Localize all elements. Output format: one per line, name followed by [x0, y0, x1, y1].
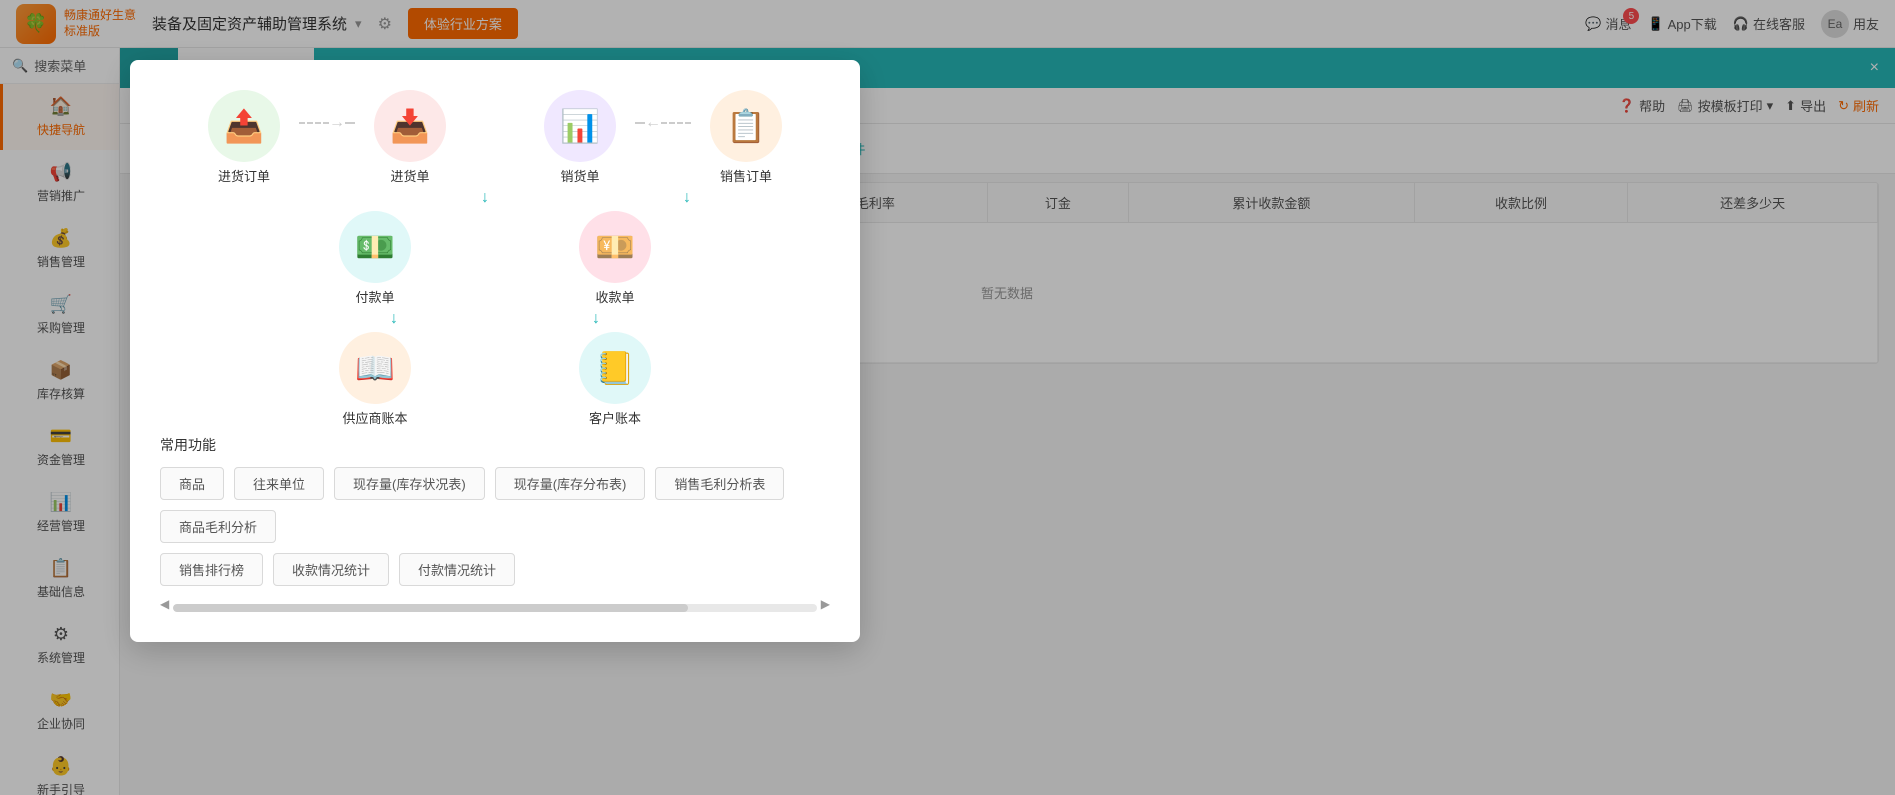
- modal-overlay[interactable]: 📤 进货订单 → 📥 进货单: [0, 0, 1895, 795]
- flow-node-purchase-order: 📤 进货订单: [189, 90, 299, 185]
- func-btn-receipt-stat[interactable]: 收款情况统计: [273, 553, 389, 586]
- supplier-ledger-circle[interactable]: 📖: [339, 332, 411, 404]
- func-btn-payment-stat[interactable]: 付款情况统计: [399, 553, 515, 586]
- receipt-circle[interactable]: 💴: [579, 211, 651, 283]
- func-btn-stock-dist[interactable]: 现存量(库存分布表): [495, 467, 646, 500]
- func-btn-goods-profit[interactable]: 商品毛利分析: [160, 510, 276, 543]
- flow-arrows-down-row2: ↓ ↓: [160, 310, 830, 328]
- func-btn-sales-rank[interactable]: 销售排行榜: [160, 553, 263, 586]
- func-btn-sales-profit[interactable]: 销售毛利分析表: [655, 467, 784, 500]
- flow-node-purchase-bill: 📥 进货单: [355, 90, 465, 185]
- flow-row-1: 📤 进货订单 → 📥 进货单: [160, 90, 830, 185]
- common-functions-title: 常用功能: [160, 435, 830, 455]
- purchase-order-circle[interactable]: 📤: [208, 90, 280, 162]
- common-btn-grid-1: 商品 往来单位 现存量(库存状况表) 现存量(库存分布表) 销售毛利分析表 商品…: [160, 467, 830, 543]
- payment-circle[interactable]: 💵: [339, 211, 411, 283]
- modal-scrollbar[interactable]: [173, 604, 817, 612]
- payment-label: 付款单: [355, 287, 394, 306]
- modal-content: 📤 进货订单 → 📥 进货单: [130, 60, 860, 642]
- func-btn-partner[interactable]: 往来单位: [234, 467, 324, 500]
- sales-bill-label: 销货单: [560, 166, 599, 185]
- sales-order-label: 销售订单: [720, 166, 772, 185]
- purchase-bill-label: 进货单: [390, 166, 429, 185]
- flow-node-customer-ledger: 📒 客户账本: [560, 332, 670, 427]
- connector-2: ←: [635, 114, 691, 132]
- connector-1: →: [299, 114, 355, 132]
- modal-scrollbar-row: ◀ ▶: [160, 596, 830, 612]
- flow-node-payment: 💵 付款单: [320, 211, 430, 306]
- purchase-order-label: 进货订单: [218, 166, 270, 185]
- func-btn-stock-status[interactable]: 现存量(库存状况表): [334, 467, 485, 500]
- purchase-bill-circle[interactable]: 📥: [374, 90, 446, 162]
- customer-ledger-label: 客户账本: [589, 408, 641, 427]
- flow-node-sales-order: 📋 销售订单: [691, 90, 801, 185]
- sales-order-circle[interactable]: 📋: [710, 90, 782, 162]
- modal-scrollbar-thumb: [173, 604, 688, 612]
- scroll-left-icon[interactable]: ◀: [160, 597, 169, 611]
- receipt-label: 收款单: [595, 287, 634, 306]
- common-btn-grid-2: 销售排行榜 收款情况统计 付款情况统计: [160, 553, 830, 586]
- flow-node-sales-bill: 📊 销货单: [525, 90, 635, 185]
- quick-nav-modal: 📤 进货订单 → 📥 进货单: [130, 60, 860, 642]
- customer-ledger-circle[interactable]: 📒: [579, 332, 651, 404]
- scroll-right-icon[interactable]: ▶: [821, 597, 830, 611]
- flow-node-receipt: 💴 收款单: [560, 211, 670, 306]
- common-functions: 常用功能 商品 往来单位 现存量(库存状况表) 现存量(库存分布表) 销售毛利分…: [160, 435, 830, 586]
- func-btn-goods[interactable]: 商品: [160, 467, 224, 500]
- supplier-ledger-label: 供应商账本: [342, 408, 407, 427]
- flow-row-2: 💵 付款单 💴 收款单: [160, 211, 830, 306]
- flow-arrows-down-row: ↓ ↓: [160, 189, 830, 207]
- flow-node-supplier-ledger: 📖 供应商账本: [320, 332, 430, 427]
- sales-bill-circle[interactable]: 📊: [544, 90, 616, 162]
- flow-row-3: 📖 供应商账本 📒 客户账本: [160, 332, 830, 427]
